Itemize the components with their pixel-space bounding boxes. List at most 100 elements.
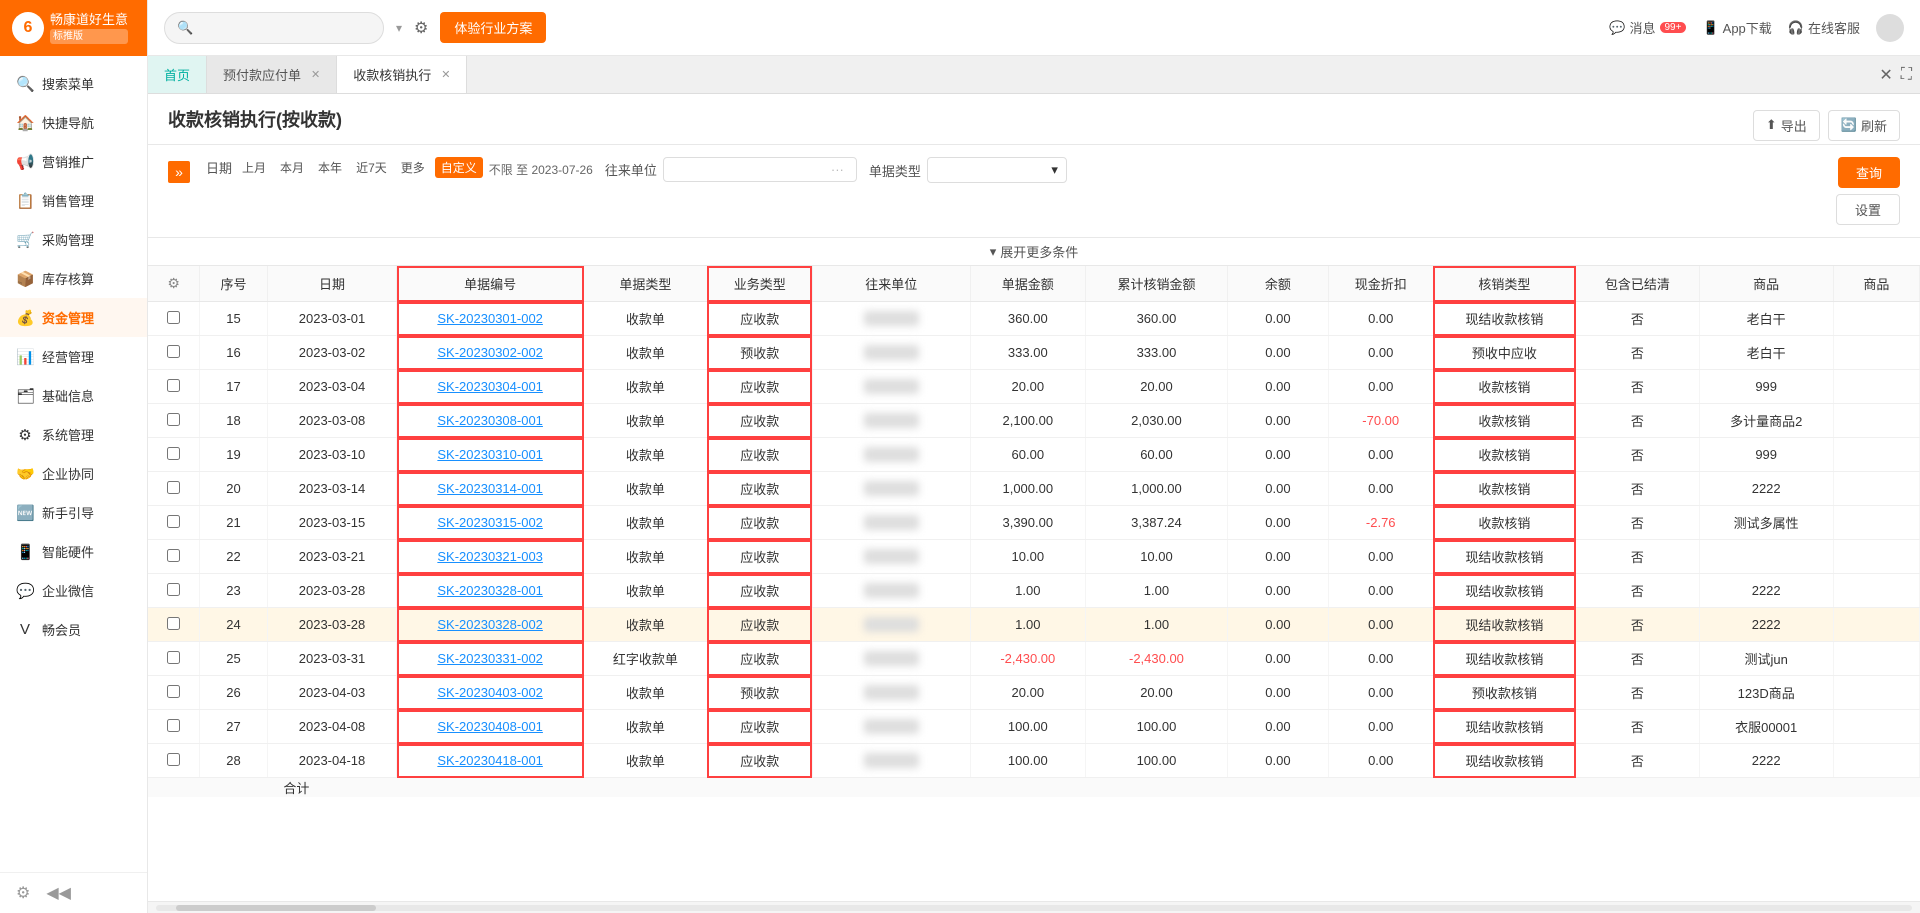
sidebar-item-purchase[interactable]: 🛒采购管理 — [0, 220, 147, 259]
search-input[interactable] — [199, 21, 371, 35]
sidebar-item-operation[interactable]: 📊经营管理 — [0, 337, 147, 376]
this-month-btn[interactable]: 本月 — [276, 157, 308, 178]
cell-product: 2222 — [1699, 744, 1833, 778]
cell-discount: 0.00 — [1328, 642, 1433, 676]
app-download-action[interactable]: 📱 App下载 — [1702, 18, 1771, 37]
tab-verify[interactable]: 收款核销执行 ✕ — [337, 56, 467, 93]
order-no-link[interactable]: SK-20230308-001 — [437, 413, 543, 428]
expand-chevron-icon: ▾ — [990, 244, 997, 260]
sidebar-item-guide[interactable]: 🆕新手引导 — [0, 493, 147, 532]
row-checkbox[interactable] — [167, 345, 180, 358]
message-action[interactable]: 💬 消息 99+ — [1609, 18, 1686, 37]
row-checkbox[interactable] — [167, 379, 180, 392]
custom-date-btn[interactable]: 自定义 — [435, 157, 483, 178]
cell-date: 2023-03-01 — [267, 302, 396, 336]
sidebar-item-sales[interactable]: 📋销售管理 — [0, 181, 147, 220]
sidebar-item-basic[interactable]: 🗂基础信息 — [0, 376, 147, 415]
cell-order-no: SK-20230331-002 — [397, 642, 584, 676]
order-no-link[interactable]: SK-20230321-003 — [437, 549, 543, 564]
sidebar-item-system[interactable]: ⚙系统管理 — [0, 415, 147, 454]
row-checkbox[interactable] — [167, 719, 180, 732]
order-no-link[interactable]: SK-20230301-002 — [437, 311, 543, 326]
last-7days-btn[interactable]: 近7天 — [352, 157, 391, 178]
cell-verify-amount: 333.00 — [1085, 336, 1227, 370]
top-gear-icon[interactable]: ⚙ — [414, 18, 428, 38]
cell-include: 否 — [1576, 506, 1700, 540]
cell-balance: 0.00 — [1228, 710, 1329, 744]
last-month-btn[interactable]: 上月 — [238, 157, 270, 178]
this-year-btn[interactable]: 本年 — [314, 157, 346, 178]
order-type-select[interactable]: ▾ — [927, 157, 1067, 183]
sidebar-item-quick[interactable]: 🏠快捷导航 — [0, 103, 147, 142]
order-no-link[interactable]: SK-20230310-001 — [437, 447, 543, 462]
export-btn[interactable]: ⬆ 导出 — [1753, 110, 1820, 141]
industry-btn[interactable]: 体验行业方案 — [440, 12, 546, 43]
tab-home[interactable]: 首页 — [148, 56, 207, 93]
date-label: 日期 — [206, 158, 232, 177]
row-checkbox[interactable] — [167, 685, 180, 698]
expand-btn[interactable]: ▾ 展开更多条件 — [990, 242, 1079, 261]
order-no-link[interactable]: SK-20230328-001 — [437, 583, 543, 598]
column-settings-icon[interactable]: ⚙ — [167, 275, 180, 291]
row-checkbox[interactable] — [167, 651, 180, 664]
order-no-link[interactable]: SK-20230328-002 — [437, 617, 543, 632]
cell-balance: 0.00 — [1228, 472, 1329, 506]
order-no-link[interactable]: SK-20230314-001 — [437, 481, 543, 496]
horizontal-scrollbar[interactable] — [148, 901, 1920, 913]
cell-product2 — [1833, 336, 1919, 370]
online-support-action[interactable]: 🎧 在线客服 — [1788, 18, 1860, 37]
row-checkbox[interactable] — [167, 753, 180, 766]
order-no-link[interactable]: SK-20230304-001 — [437, 379, 543, 394]
sidebar-item-inventory[interactable]: 📦库存核算 — [0, 259, 147, 298]
filter-toggle-btn[interactable]: » — [168, 161, 190, 183]
sidebar-item-marketing[interactable]: 📢营销推广 — [0, 142, 147, 181]
query-btn[interactable]: 查询 — [1838, 157, 1900, 188]
settings-btn[interactable]: 设置 — [1836, 194, 1900, 225]
order-no-link[interactable]: SK-20230403-002 — [437, 685, 543, 700]
purchase-icon: 🛒 — [16, 231, 34, 249]
scrollbar-thumb[interactable] — [176, 905, 376, 911]
th-verify-type: 核销类型 — [1433, 266, 1575, 302]
cell-amount: 1,000.00 — [970, 472, 1085, 506]
tab-close-all-icon[interactable]: ✕ — [1879, 65, 1892, 85]
prepay-tab-close[interactable]: ✕ — [311, 68, 320, 81]
collapse-icon[interactable]: ◀◀ — [46, 883, 71, 903]
row-checkbox[interactable] — [167, 617, 180, 630]
tab-maximize-icon[interactable]: ⛶ — [1901, 66, 1912, 84]
order-no-link[interactable]: SK-20230302-002 — [437, 345, 543, 360]
scrollbar-track — [156, 905, 1912, 911]
search-bar[interactable]: 🔍 — [164, 12, 384, 44]
order-no-link[interactable]: SK-20230418-001 — [437, 753, 543, 768]
row-checkbox[interactable] — [167, 481, 180, 494]
cell-order-type: 收款单 — [584, 438, 708, 472]
row-checkbox[interactable] — [167, 311, 180, 324]
cell-verify-amount: -2,430.00 — [1085, 642, 1227, 676]
sidebar-item-hardware[interactable]: 📱智能硬件 — [0, 532, 147, 571]
tab-prepay[interactable]: 预付款应付单 ✕ — [207, 56, 337, 93]
sidebar-item-finance[interactable]: 💰资金管理 — [0, 298, 147, 337]
row-checkbox[interactable] — [167, 515, 180, 528]
verify-tab-close[interactable]: ✕ — [441, 68, 450, 81]
partner-input[interactable] — [672, 163, 827, 177]
more-date-btn[interactable]: 更多 — [397, 157, 429, 178]
row-checkbox[interactable] — [167, 583, 180, 596]
row-checkbox[interactable] — [167, 413, 180, 426]
page-header: 收款核销执行(按收款) ⬆ 导出 🔄 刷新 — [148, 94, 1920, 145]
sidebar-item-wechat[interactable]: 💬企业微信 — [0, 571, 147, 610]
order-no-link[interactable]: SK-20230408-001 — [437, 719, 543, 734]
sidebar-label-quick: 快捷导航 — [42, 113, 94, 132]
cell-order-no: SK-20230301-002 — [397, 302, 584, 336]
cell-verify-type: 现结收款核销 — [1433, 642, 1575, 676]
sidebar-item-search[interactable]: 🔍搜索菜单 — [0, 64, 147, 103]
user-avatar[interactable] — [1876, 14, 1904, 42]
order-no-link[interactable]: SK-20230315-002 — [437, 515, 543, 530]
row-checkbox[interactable] — [167, 549, 180, 562]
cell-verify-amount: 100.00 — [1085, 710, 1227, 744]
sidebar-item-member[interactable]: V畅会员 — [0, 610, 147, 649]
refresh-btn[interactable]: 🔄 刷新 — [1828, 110, 1900, 141]
settings-icon[interactable]: ⚙ — [16, 883, 30, 903]
sidebar-item-enterprise[interactable]: 🤝企业协同 — [0, 454, 147, 493]
row-checkbox[interactable] — [167, 447, 180, 460]
order-no-link[interactable]: SK-20230331-002 — [437, 651, 543, 666]
cell-discount: 0.00 — [1328, 540, 1433, 574]
